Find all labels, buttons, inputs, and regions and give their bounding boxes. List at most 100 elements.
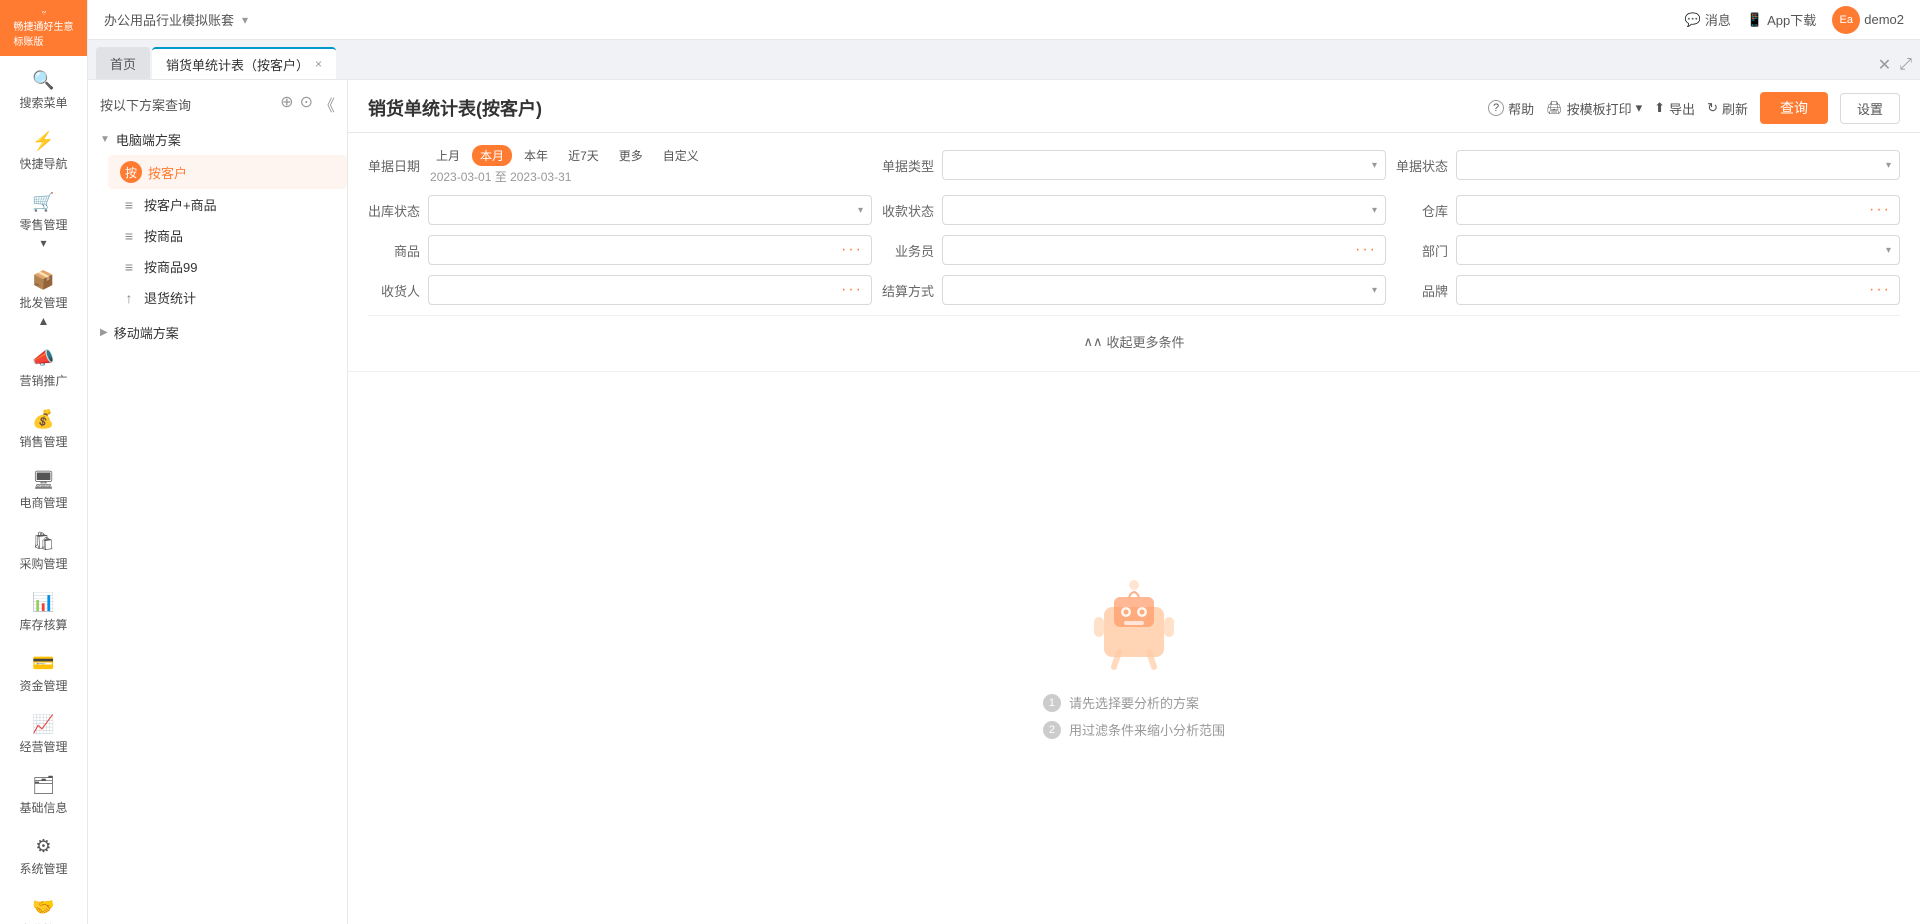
refresh-button[interactable]: ↻ 刷新: [1707, 99, 1748, 118]
tree-mobile-group[interactable]: ▶ 移动端方案: [88, 317, 347, 348]
tree-mobile-label: 移动端方案: [114, 323, 179, 342]
receipt-status-cell: 收款状态 ▾: [882, 195, 1386, 225]
sidebar-item-enterprise[interactable]: 🤝 企业协同: [0, 887, 87, 924]
right-panel: 销货单统计表(按客户) ? 帮助 🖨 按模板打印 ▾ ⬆ 导出: [348, 80, 1920, 924]
tree-item-by-product[interactable]: ≡ 按商品: [108, 220, 347, 251]
sidebar-item-ecommerce-label: 电商管理: [19, 494, 67, 511]
date-range: 2023-03-01 至 2023-03-31: [428, 168, 872, 185]
inventory-icon: 📊: [32, 592, 54, 613]
sidebar-item-quicknav[interactable]: ⚡ 快捷导航: [0, 121, 87, 182]
collapse-up-icon: ∧∧: [1083, 334, 1102, 350]
tree-item-by-product-99[interactable]: ≡ 按商品99: [108, 251, 347, 282]
salesperson-dots[interactable]: ···: [1355, 241, 1377, 259]
app-download-button[interactable]: 📱 App下载: [1747, 10, 1816, 29]
customer-active-icon: 按: [120, 161, 142, 183]
topbar: 办公用品行业模拟账套 ▾ 💬 消息 📱 App下载 Ea demo2: [88, 0, 1920, 40]
date-tab-custom[interactable]: 自定义: [655, 145, 707, 166]
basic-icon: 🗂: [32, 775, 55, 796]
close-window-icon[interactable]: ✕: [1878, 55, 1891, 75]
sidebar-item-finance[interactable]: 💳 资金管理: [0, 643, 87, 704]
department-select[interactable]: ▾: [1456, 235, 1900, 265]
product-select[interactable]: ···: [428, 235, 872, 265]
wholesale-icon: 📦: [32, 270, 54, 291]
tab-home[interactable]: 首页: [96, 47, 150, 79]
payment-select[interactable]: ▾: [942, 275, 1386, 305]
tree-expand-desktop: ▼: [100, 134, 110, 145]
query-button[interactable]: 查询: [1760, 92, 1828, 124]
sidebar-item-sales[interactable]: 💰 销售管理: [0, 399, 87, 460]
date-tab-thismonth[interactable]: 本月: [472, 145, 512, 166]
date-tab-lastmonth[interactable]: 上月: [428, 145, 468, 166]
sidebar-item-ecommerce[interactable]: 🖥 电商管理: [0, 460, 87, 521]
date-tab-more[interactable]: 更多: [611, 145, 651, 166]
topbar-left: 办公用品行业模拟账套 ▾: [104, 10, 248, 29]
add-scheme-button[interactable]: ⊕: [280, 92, 293, 116]
sidebar-item-marketing[interactable]: 📣 营销推广: [0, 338, 87, 399]
empty-illustration: [1074, 557, 1194, 677]
sidebar-item-system[interactable]: ⚙ 系统管理: [0, 826, 87, 887]
warehouse-cell: 仓库 ···: [1396, 195, 1900, 225]
order-type-cell: 单据类型 ▾: [882, 150, 1386, 180]
warehouse-select[interactable]: ···: [1456, 195, 1900, 225]
collapse-button[interactable]: ∧∧ 收起更多条件: [1075, 324, 1192, 359]
message-button[interactable]: 💬 消息: [1685, 10, 1731, 29]
tree-item-by-customer[interactable]: 按 按客户: [108, 155, 347, 189]
date-tab-thisyear[interactable]: 本年: [516, 145, 556, 166]
order-status-select[interactable]: ▾: [1456, 150, 1900, 180]
tab-close-button[interactable]: ×: [315, 57, 322, 71]
brand-dots[interactable]: ···: [1869, 281, 1891, 299]
tree-item-by-product-label: 按商品: [144, 226, 183, 245]
sidebar-item-purchase-label: 采购管理: [19, 555, 67, 572]
page-actions: ? 帮助 🖨 按模板打印 ▾ ⬆ 导出 ↻ 刷新: [1488, 92, 1900, 124]
order-type-select[interactable]: ▾: [942, 150, 1386, 180]
sidebar-item-finance-label: 资金管理: [19, 677, 67, 694]
sidebar-item-purchase[interactable]: 🛍 采购管理: [0, 521, 87, 582]
settings-scheme-button[interactable]: ⊙: [300, 92, 313, 116]
tab-sales-stats[interactable]: 销货单统计表（按客户） ×: [152, 47, 336, 79]
tip-num-1: 1: [1043, 694, 1061, 712]
date-tabs-row: 上月 本月 本年 近7天 更多 自定义: [428, 145, 872, 166]
brand-cell: 品牌 ···: [1396, 275, 1900, 305]
sidebar-item-operations[interactable]: 📈 经营管理: [0, 704, 87, 765]
logo-area: 畅捷通好生意 标账版: [0, 0, 87, 56]
sidebar-item-wholesale[interactable]: 📦 批发管理 ▲: [0, 260, 87, 338]
receipt-status-select[interactable]: ▾: [942, 195, 1386, 225]
sidebar-item-basic[interactable]: 🗂 基础信息: [0, 765, 87, 826]
receiver-dots[interactable]: ···: [841, 281, 863, 299]
out-status-cell: 出库状态 ▾: [368, 195, 872, 225]
out-status-label: 出库状态: [368, 201, 420, 220]
sidebar-item-retail[interactable]: 🛒 零售管理 ▾: [0, 182, 87, 260]
receiver-cell: 收货人 ···: [368, 275, 872, 305]
help-button[interactable]: ? 帮助: [1488, 99, 1534, 118]
product-dots[interactable]: ···: [841, 241, 863, 259]
collapse-panel-button[interactable]: 《: [319, 92, 335, 116]
tree-desktop-group[interactable]: ▼ 电脑端方案: [88, 124, 347, 155]
print-button[interactable]: 🖨 按模板打印 ▾: [1546, 99, 1642, 118]
salesperson-select[interactable]: ···: [942, 235, 1386, 265]
sidebar-item-inventory[interactable]: 📊 库存核算: [0, 582, 87, 643]
out-status-chevron: ▾: [858, 205, 863, 216]
receiver-select[interactable]: ···: [428, 275, 872, 305]
tree-item-return-stats[interactable]: ↑ 退货统计: [108, 282, 347, 313]
return-stats-icon: ↑: [120, 289, 138, 307]
left-panel-title: 按以下方案查询: [100, 95, 191, 114]
out-status-select[interactable]: ▾: [428, 195, 872, 225]
empty-tip-1: 1 请先选择要分析的方案: [1043, 693, 1225, 712]
export-icon: ⬆: [1654, 100, 1665, 116]
sidebar-item-search[interactable]: 🔍 搜索菜单: [0, 60, 87, 121]
marketing-icon: 📣: [32, 348, 54, 369]
tree-item-customer-product-label: 按客户+商品: [144, 195, 217, 214]
tree-item-customer-product[interactable]: ≡ 按客户+商品: [108, 189, 347, 220]
payment-label: 结算方式: [882, 281, 934, 300]
enterprise-icon: 🤝: [32, 897, 54, 918]
operations-icon: 📈: [32, 714, 54, 735]
customer-product-icon: ≡: [120, 196, 138, 214]
date-tab-7days[interactable]: 近7天: [560, 145, 607, 166]
sidebar: 畅捷通好生意 标账版 🔍 搜索菜单 ⚡ 快捷导航 🛒 零售管理 ▾ 📦 批发管理…: [0, 0, 88, 924]
export-button[interactable]: ⬆ 导出: [1654, 99, 1695, 118]
maximize-icon[interactable]: ⤢: [1899, 56, 1912, 74]
settings-button[interactable]: 设置: [1840, 93, 1900, 124]
warehouse-dots[interactable]: ···: [1869, 201, 1891, 219]
brand-select[interactable]: ···: [1456, 275, 1900, 305]
user-avatar-button[interactable]: Ea demo2: [1832, 6, 1904, 34]
